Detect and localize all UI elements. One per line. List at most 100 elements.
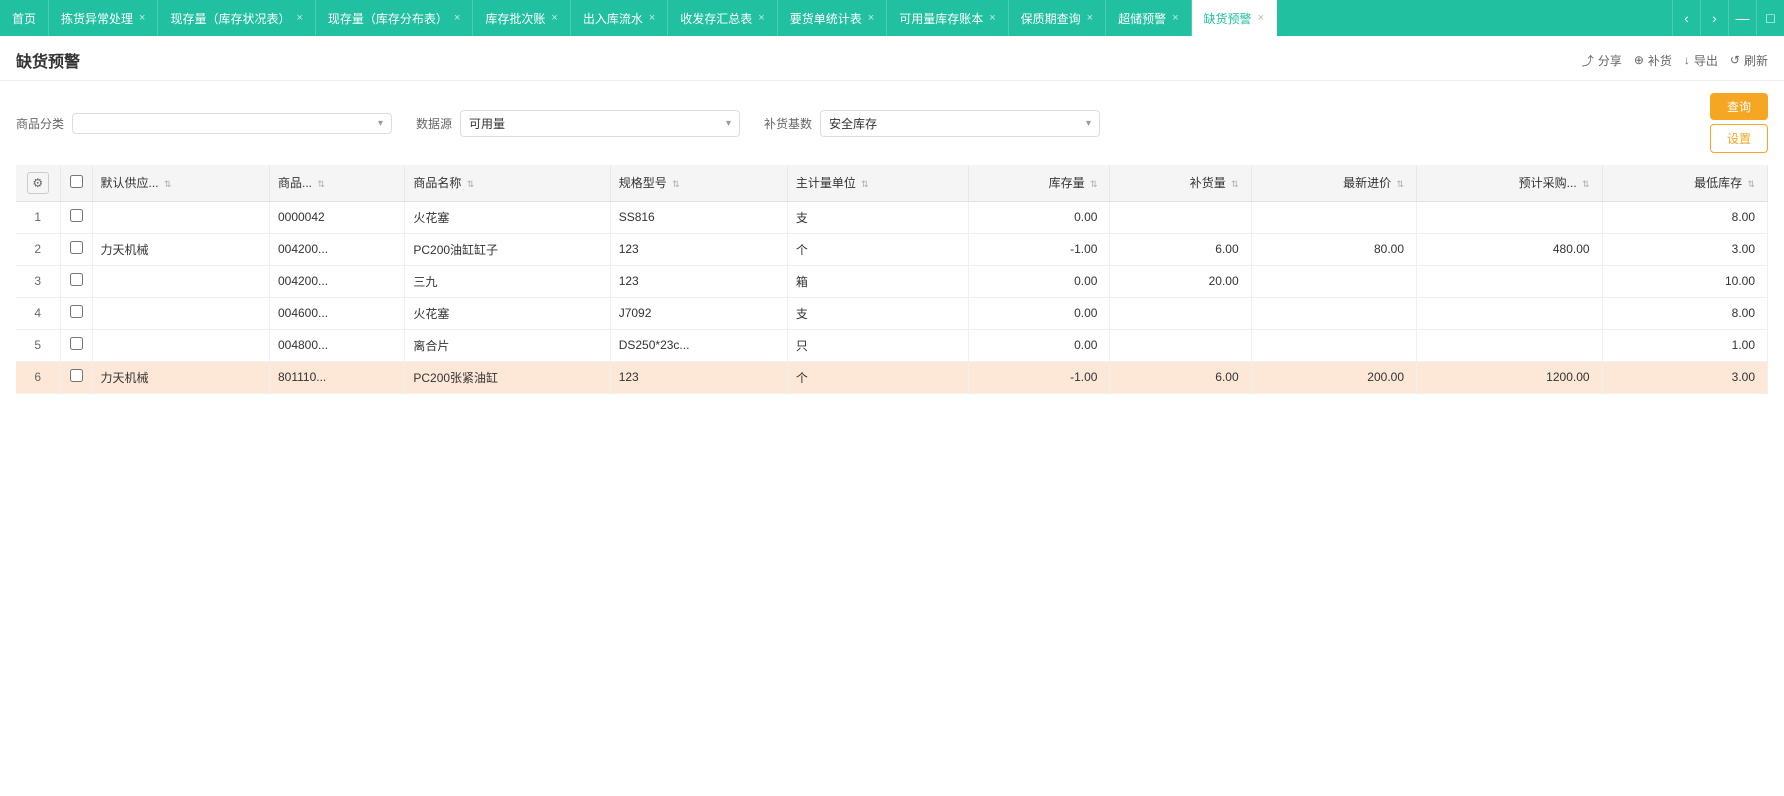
tab-overstock-warning[interactable]: 超储预警 × <box>1106 0 1191 36</box>
close-tab-10[interactable]: × <box>1172 12 1178 24</box>
row-num-5: 6 <box>16 361 60 393</box>
col-replenish-qty-header[interactable]: 补货量 ⇅ <box>1110 165 1251 201</box>
close-tab-6[interactable]: × <box>758 12 764 24</box>
table-row: 6 力天机械 801110... PC200张紧油缸 123 个 -1.00 6… <box>16 361 1768 393</box>
close-tab-8[interactable]: × <box>989 12 995 24</box>
col-product-code-header[interactable]: 商品... ⇅ <box>269 165 404 201</box>
close-tab-2[interactable]: × <box>296 12 302 24</box>
row-product-name-5: PC200张紧油缸 <box>405 361 610 393</box>
row-product-code-2: 004200... <box>269 265 404 297</box>
tab-demand-stats[interactable]: 要货单统计表 × <box>778 0 887 36</box>
tab-expiry-query[interactable]: 保质期查询 × <box>1009 0 1106 36</box>
tab-maximize-btn[interactable]: □ <box>1756 0 1784 36</box>
row-num-4: 5 <box>16 329 60 361</box>
close-tab-5[interactable]: × <box>649 12 655 24</box>
tab-shortage-warning[interactable]: 缺货预警 × <box>1192 0 1277 36</box>
tab-home[interactable]: 首页 <box>0 0 49 36</box>
col-product-name-header[interactable]: 商品名称 ⇅ <box>405 165 610 201</box>
row-latest-price-0 <box>1251 201 1416 233</box>
replenish-basis-filter-group: 补货基数 安全库存 ▾ <box>764 110 1100 137</box>
row-product-name-1: PC200油缸缸子 <box>405 233 610 265</box>
replenish-basis-arrow-icon: ▾ <box>1086 118 1091 129</box>
datasource-select[interactable]: 可用量 ▾ <box>460 110 740 137</box>
col-unit-header[interactable]: 主计量单位 ⇅ <box>787 165 969 201</box>
datasource-filter-group: 数据源 可用量 ▾ <box>416 110 740 137</box>
tab-prev-btn[interactable]: ‹ <box>1672 0 1700 36</box>
row-product-code-5: 801110... <box>269 361 404 393</box>
col-stock-header[interactable]: 库存量 ⇅ <box>969 165 1110 201</box>
row-supplier-3 <box>92 297 269 329</box>
tab-pick-exception[interactable]: 拣货异常处理 × <box>49 0 158 36</box>
replenish-icon: ⊕ <box>1634 53 1644 67</box>
row-spec-1: 123 <box>610 233 787 265</box>
close-tab-7[interactable]: × <box>868 12 874 24</box>
tab-batch-ledger[interactable]: 库存批次账 × <box>473 0 570 36</box>
col-latest-price-header[interactable]: 最新进价 ⇅ <box>1251 165 1416 201</box>
tab-available-ledger[interactable]: 可用量库存账本 × <box>887 0 1008 36</box>
row-latest-price-4 <box>1251 329 1416 361</box>
row-select-checkbox[interactable] <box>70 337 83 350</box>
sort-product-name-icon: ⇅ <box>467 179 475 190</box>
col-supplier-header[interactable]: 默认供应... ⇅ <box>92 165 269 201</box>
row-stock-2: 0.00 <box>969 265 1110 297</box>
row-select-checkbox[interactable] <box>70 369 83 382</box>
row-est-purchase-3 <box>1417 297 1603 329</box>
row-select-checkbox[interactable] <box>70 241 83 254</box>
tab-minimize-btn[interactable]: — <box>1728 0 1756 36</box>
close-tab-11[interactable]: × <box>1258 12 1264 24</box>
row-checkbox-5[interactable] <box>60 361 92 393</box>
column-settings-icon[interactable]: ⚙ <box>27 172 49 194</box>
tab-stock-status[interactable]: 现存量（库存状况表） × <box>158 0 315 36</box>
row-select-checkbox[interactable] <box>70 273 83 286</box>
sort-supplier-icon: ⇅ <box>164 179 172 190</box>
select-all-checkbox[interactable] <box>70 175 83 188</box>
category-select[interactable]: ▾ <box>72 113 392 134</box>
table-header-row: ⚙ 默认供应... ⇅ 商品... ⇅ 商品名称 ⇅ <box>16 165 1768 201</box>
row-replenish-qty-0 <box>1110 201 1251 233</box>
close-tab-4[interactable]: × <box>551 12 557 24</box>
row-min-stock-3: 8.00 <box>1602 297 1767 329</box>
replenish-basis-select[interactable]: 安全库存 ▾ <box>820 110 1100 137</box>
row-latest-price-5: 200.00 <box>1251 361 1416 393</box>
sort-latest-price-icon: ⇅ <box>1396 179 1404 190</box>
row-supplier-2 <box>92 265 269 297</box>
col-settings-header[interactable]: ⚙ <box>16 165 60 201</box>
refresh-button[interactable]: ↺ 刷新 <box>1730 52 1768 69</box>
col-spec-header[interactable]: 规格型号 ⇅ <box>610 165 787 201</box>
sort-spec-icon: ⇅ <box>672 179 680 190</box>
row-latest-price-1: 80.00 <box>1251 233 1416 265</box>
page-title: 缺货预警 <box>16 48 80 72</box>
row-stock-3: 0.00 <box>969 297 1110 329</box>
row-product-name-4: 离合片 <box>405 329 610 361</box>
row-replenish-qty-4 <box>1110 329 1251 361</box>
row-checkbox-3[interactable] <box>60 297 92 329</box>
row-checkbox-4[interactable] <box>60 329 92 361</box>
tab-stock-dist[interactable]: 现存量（库存分布表） × <box>316 0 473 36</box>
datasource-arrow-icon: ▾ <box>726 118 731 129</box>
col-min-stock-header[interactable]: 最低库存 ⇅ <box>1602 165 1767 201</box>
query-button[interactable]: 查询 <box>1710 93 1768 120</box>
row-checkbox-1[interactable] <box>60 233 92 265</box>
row-checkbox-2[interactable] <box>60 265 92 297</box>
row-checkbox-0[interactable] <box>60 201 92 233</box>
row-select-checkbox[interactable] <box>70 209 83 222</box>
close-tab-3[interactable]: × <box>454 12 460 24</box>
tab-next-btn[interactable]: › <box>1700 0 1728 36</box>
tab-inout-flow[interactable]: 出入库流水 × <box>571 0 668 36</box>
row-est-purchase-1: 480.00 <box>1417 233 1603 265</box>
settings-button[interactable]: 设置 <box>1710 124 1768 153</box>
export-button[interactable]: ↓ 导出 <box>1684 52 1718 69</box>
replenish-basis-value: 安全库存 <box>829 115 877 132</box>
col-checkbox-header[interactable] <box>60 165 92 201</box>
row-product-code-0: 0000042 <box>269 201 404 233</box>
row-spec-2: 123 <box>610 265 787 297</box>
close-tab-9[interactable]: × <box>1087 12 1093 24</box>
replenish-button[interactable]: ⊕ 补货 <box>1634 52 1672 69</box>
close-tab-1[interactable]: × <box>139 12 145 24</box>
table-container: ⚙ 默认供应... ⇅ 商品... ⇅ 商品名称 ⇅ <box>0 165 1784 394</box>
row-select-checkbox[interactable] <box>70 305 83 318</box>
share-button[interactable]: ⤴ 分享 <box>1582 52 1622 69</box>
table-row: 5 004800... 离合片 DS250*23c... 只 0.00 1.00 <box>16 329 1768 361</box>
col-est-purchase-header[interactable]: 预计采购... ⇅ <box>1417 165 1603 201</box>
tab-recv-summary[interactable]: 收发存汇总表 × <box>668 0 777 36</box>
